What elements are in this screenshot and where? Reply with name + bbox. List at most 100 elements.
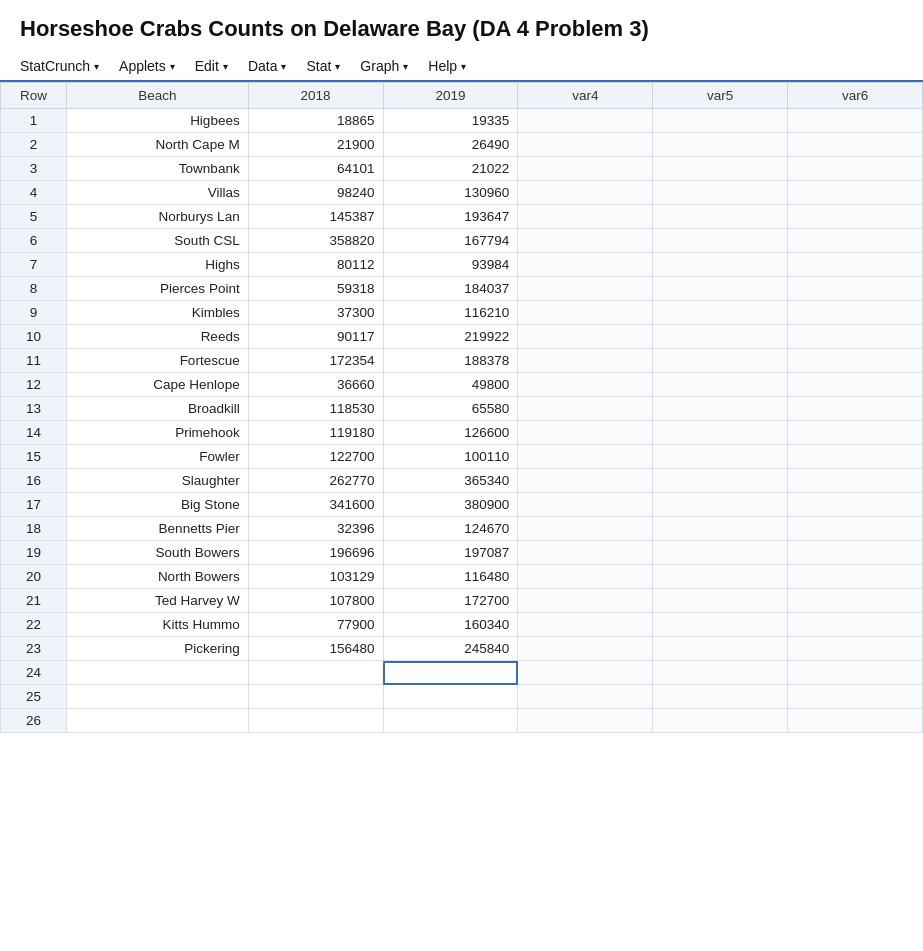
cell-var6[interactable]	[788, 397, 923, 421]
menu-statcrunch[interactable]: StatCrunch▾	[10, 52, 109, 80]
cell-2019[interactable]: 124670	[383, 517, 518, 541]
cell-var5[interactable]	[653, 229, 788, 253]
cell-2018[interactable]: 196696	[248, 541, 383, 565]
cell-var6[interactable]	[788, 325, 923, 349]
cell-2018[interactable]: 358820	[248, 229, 383, 253]
cell-beach[interactable]	[67, 661, 248, 685]
cell-var4[interactable]	[518, 157, 653, 181]
cell-beach[interactable]: Cape Henlope	[67, 373, 248, 397]
cell-2019[interactable]: 100110	[383, 445, 518, 469]
cell-2018[interactable]: 262770	[248, 469, 383, 493]
cell-2018[interactable]: 122700	[248, 445, 383, 469]
cell-var5[interactable]	[653, 205, 788, 229]
cell-2019[interactable]	[383, 685, 518, 709]
cell-2018[interactable]: 98240	[248, 181, 383, 205]
cell-var6[interactable]	[788, 157, 923, 181]
cell-var4[interactable]	[518, 685, 653, 709]
cell-var6[interactable]	[788, 685, 923, 709]
cell-var6[interactable]	[788, 565, 923, 589]
cell-var4[interactable]	[518, 493, 653, 517]
cell-beach[interactable]: South Bowers	[67, 541, 248, 565]
cell-2018[interactable]: 21900	[248, 133, 383, 157]
cell-var5[interactable]	[653, 157, 788, 181]
col-header-2018[interactable]: 2018	[248, 83, 383, 109]
cell-var4[interactable]	[518, 445, 653, 469]
cell-var6[interactable]	[788, 469, 923, 493]
cell-var4[interactable]	[518, 181, 653, 205]
cell-var4[interactable]	[518, 397, 653, 421]
cell-var5[interactable]	[653, 613, 788, 637]
cell-2019[interactable]: 19335	[383, 109, 518, 133]
cell-var6[interactable]	[788, 613, 923, 637]
cell-beach[interactable]: Bennetts Pier	[67, 517, 248, 541]
cell-var5[interactable]	[653, 445, 788, 469]
cell-var4[interactable]	[518, 277, 653, 301]
cell-2018[interactable]: 80112	[248, 253, 383, 277]
menu-help[interactable]: Help▾	[418, 52, 476, 80]
col-header-beach[interactable]: Beach	[67, 83, 248, 109]
cell-var6[interactable]	[788, 109, 923, 133]
cell-var6[interactable]	[788, 133, 923, 157]
cell-beach[interactable]: Big Stone	[67, 493, 248, 517]
cell-var4[interactable]	[518, 469, 653, 493]
cell-var4[interactable]	[518, 373, 653, 397]
cell-beach[interactable]: North Bowers	[67, 565, 248, 589]
cell-beach[interactable]: Fortescue	[67, 349, 248, 373]
cell-beach[interactable]: Slaughter	[67, 469, 248, 493]
cell-var5[interactable]	[653, 421, 788, 445]
cell-var4[interactable]	[518, 661, 653, 685]
cell-2018[interactable]: 77900	[248, 613, 383, 637]
cell-var5[interactable]	[653, 253, 788, 277]
cell-2018[interactable]	[248, 661, 383, 685]
cell-var6[interactable]	[788, 181, 923, 205]
cell-var5[interactable]	[653, 637, 788, 661]
cell-var5[interactable]	[653, 565, 788, 589]
cell-2019[interactable]: 219922	[383, 325, 518, 349]
cell-2018[interactable]: 172354	[248, 349, 383, 373]
cell-2019[interactable]	[383, 661, 518, 685]
cell-var6[interactable]	[788, 493, 923, 517]
cell-beach[interactable]: Ted Harvey W	[67, 589, 248, 613]
cell-beach[interactable]: Higbees	[67, 109, 248, 133]
cell-var5[interactable]	[653, 541, 788, 565]
cell-var5[interactable]	[653, 325, 788, 349]
cell-var6[interactable]	[788, 277, 923, 301]
cell-2018[interactable]: 118530	[248, 397, 383, 421]
cell-var6[interactable]	[788, 637, 923, 661]
cell-beach[interactable]: South CSL	[67, 229, 248, 253]
cell-var4[interactable]	[518, 325, 653, 349]
menu-applets[interactable]: Applets▾	[109, 52, 185, 80]
cell-var4[interactable]	[518, 709, 653, 733]
cell-beach[interactable]: Highs	[67, 253, 248, 277]
col-header-2019[interactable]: 2019	[383, 83, 518, 109]
cell-var6[interactable]	[788, 253, 923, 277]
cell-var5[interactable]	[653, 517, 788, 541]
cell-var4[interactable]	[518, 565, 653, 589]
cell-2018[interactable]: 36660	[248, 373, 383, 397]
cell-var6[interactable]	[788, 205, 923, 229]
cell-var6[interactable]	[788, 661, 923, 685]
cell-var6[interactable]	[788, 709, 923, 733]
cell-var6[interactable]	[788, 301, 923, 325]
cell-2019[interactable]: 193647	[383, 205, 518, 229]
cell-2019[interactable]: 197087	[383, 541, 518, 565]
cell-var5[interactable]	[653, 397, 788, 421]
cell-2018[interactable]: 145387	[248, 205, 383, 229]
cell-beach[interactable]: Townbank	[67, 157, 248, 181]
cell-2019[interactable]: 26490	[383, 133, 518, 157]
cell-var6[interactable]	[788, 229, 923, 253]
cell-var6[interactable]	[788, 517, 923, 541]
cell-2019[interactable]: 172700	[383, 589, 518, 613]
cell-2018[interactable]	[248, 709, 383, 733]
cell-2018[interactable]: 103129	[248, 565, 383, 589]
cell-var4[interactable]	[518, 421, 653, 445]
cell-beach[interactable]: North Cape M	[67, 133, 248, 157]
cell-2019[interactable]: 93984	[383, 253, 518, 277]
cell-2018[interactable]: 37300	[248, 301, 383, 325]
cell-var4[interactable]	[518, 541, 653, 565]
cell-var4[interactable]	[518, 613, 653, 637]
cell-2019[interactable]: 49800	[383, 373, 518, 397]
menu-edit[interactable]: Edit▾	[185, 52, 238, 80]
cell-var5[interactable]	[653, 685, 788, 709]
cell-2018[interactable]: 32396	[248, 517, 383, 541]
